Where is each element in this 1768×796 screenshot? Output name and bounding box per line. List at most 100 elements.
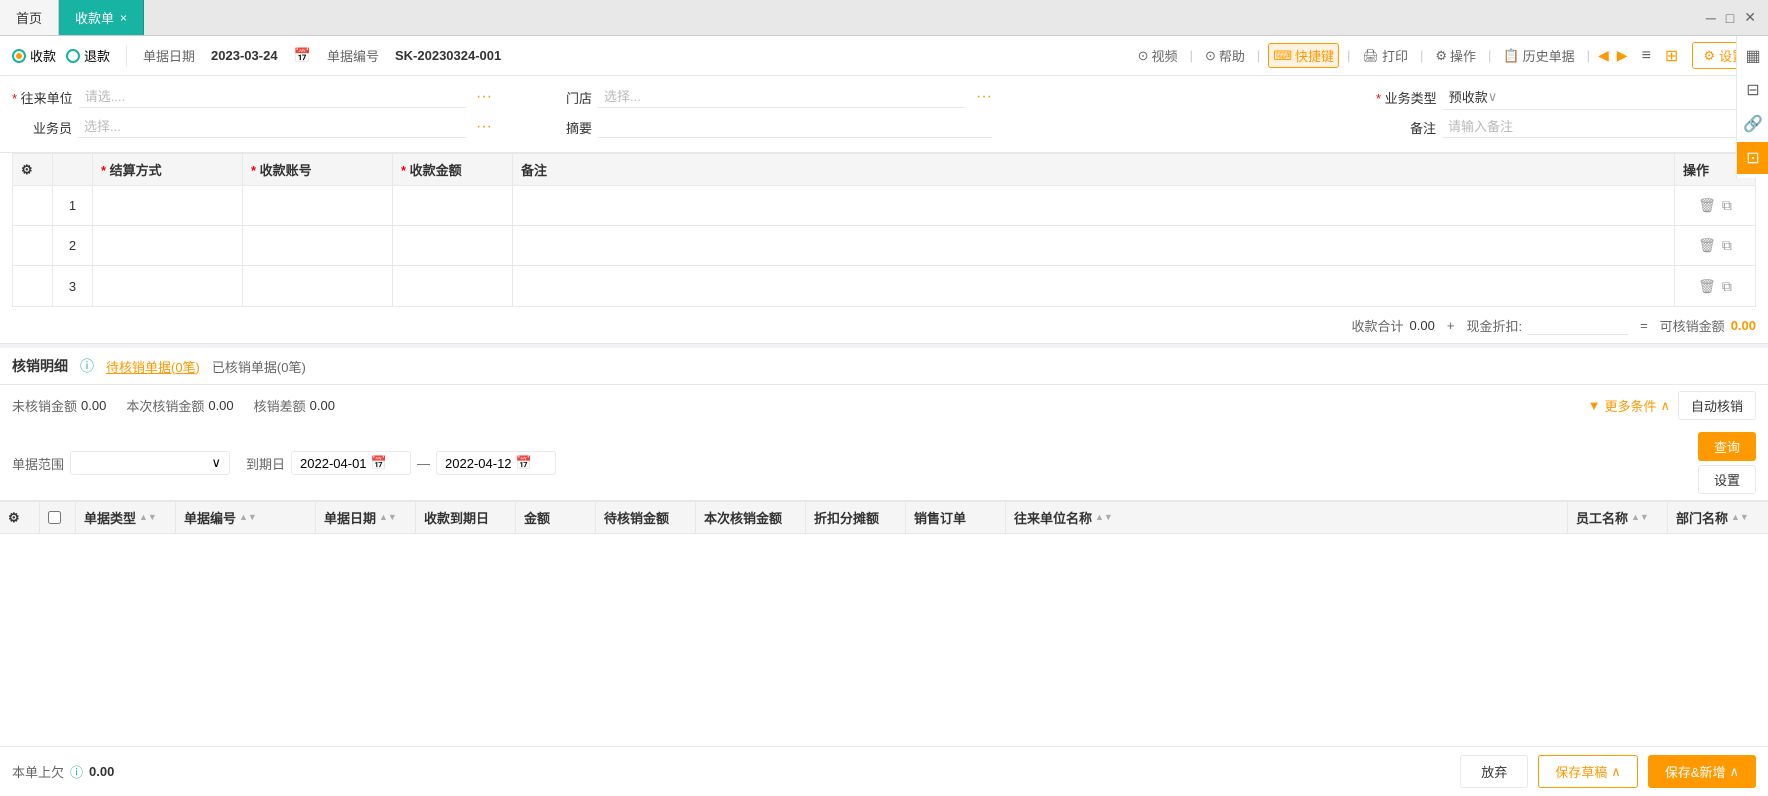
tab-active-label: 收款单 bbox=[75, 8, 114, 27]
operation-label: 操作 bbox=[1450, 46, 1476, 65]
sort-partner-icon[interactable]: ▲▼ bbox=[1095, 513, 1113, 522]
row1-remark[interactable] bbox=[513, 186, 1675, 225]
bottom-table-header: ⚙ 单据类型 ▲▼ 单据编号 ▲▼ 单据日期 ▲▼ 收款到期日 金额 待核销金额… bbox=[0, 501, 1768, 534]
sort-type-icon[interactable]: ▲▼ bbox=[139, 513, 157, 522]
video-button[interactable]: ⊙ 视频 bbox=[1134, 44, 1182, 67]
verify-info-icon[interactable]: ⓘ bbox=[80, 356, 94, 376]
sort-number-icon[interactable]: ▲▼ bbox=[239, 513, 257, 522]
remark-input[interactable] bbox=[1442, 116, 1756, 138]
row2-account[interactable] bbox=[243, 226, 393, 265]
business-type-value: 预收款 bbox=[1449, 87, 1488, 106]
history-button[interactable]: 📋 历史单据 bbox=[1499, 44, 1578, 67]
bth-checkbox[interactable] bbox=[40, 502, 76, 533]
sort-date-icon[interactable]: ▲▼ bbox=[379, 513, 397, 522]
more-conditions-button[interactable]: ▼ 更多条件 ∧ bbox=[1588, 396, 1670, 415]
history-label: 历史单据 bbox=[1523, 46, 1575, 65]
table-row: 2 🗑 ⧉ bbox=[13, 226, 1755, 266]
shop-input[interactable] bbox=[598, 86, 966, 108]
calendar-icon[interactable]: 📅 bbox=[294, 47, 311, 64]
shop-more-icon[interactable]: ··· bbox=[976, 88, 992, 106]
auto-verify-button[interactable]: 自动核销 bbox=[1678, 391, 1756, 420]
row3-settle[interactable] bbox=[93, 266, 243, 306]
staff-label: 业务员 bbox=[12, 118, 72, 137]
due-field: 到期日 2022-04-01 📅 — 2022-04-12 📅 bbox=[246, 451, 556, 475]
row2-amount[interactable] bbox=[393, 226, 513, 265]
row1-amount[interactable] bbox=[393, 186, 513, 225]
staff-field: 业务员 ··· bbox=[12, 116, 492, 138]
summary-input[interactable] bbox=[598, 116, 992, 138]
staff-more-icon[interactable]: ··· bbox=[476, 118, 492, 136]
toolbar-divider-1 bbox=[126, 46, 127, 66]
abandon-button[interactable]: 放弃 bbox=[1460, 755, 1528, 788]
row2-idx: 2 bbox=[53, 226, 93, 265]
rp-table-icon[interactable]: ▦ bbox=[1737, 40, 1768, 72]
maximize-button[interactable]: □ bbox=[1726, 10, 1734, 26]
refund-radio[interactable]: 退款 bbox=[66, 46, 110, 65]
row3-amount[interactable] bbox=[393, 266, 513, 306]
next-icon[interactable]: ▶ bbox=[1617, 47, 1628, 64]
row1-settle[interactable] bbox=[93, 186, 243, 225]
save-new-chevron: ∧ bbox=[1729, 764, 1739, 780]
list-view-button[interactable]: ≡ bbox=[1636, 44, 1657, 68]
filter-setting-button[interactable]: 设置 bbox=[1698, 465, 1756, 494]
partner-more-icon[interactable]: ··· bbox=[476, 88, 492, 106]
range-select[interactable]: ∨ bbox=[70, 451, 230, 475]
query-button[interactable]: 查询 bbox=[1698, 432, 1756, 461]
tab-home[interactable]: 首页 bbox=[0, 0, 59, 35]
row1-copy-icon[interactable]: ⧉ bbox=[1722, 197, 1732, 214]
partner-field: 往来单位 ··· bbox=[12, 86, 492, 108]
prev-icon[interactable]: ◀ bbox=[1598, 47, 1609, 64]
auto-verify-label: 自动核销 bbox=[1691, 399, 1743, 414]
save-draft-button[interactable]: 保存草稿 ∧ bbox=[1538, 755, 1638, 788]
done-tab[interactable]: 已核销单据(0笔) bbox=[212, 357, 306, 376]
grid-view-button[interactable]: ⊞ bbox=[1659, 43, 1684, 69]
row1-delete-icon[interactable]: 🗑 bbox=[1698, 197, 1716, 214]
receipt-label: 收款 bbox=[30, 46, 56, 65]
footer-info-icon[interactable]: ⓘ bbox=[70, 762, 83, 781]
receipt-radio[interactable]: 收款 bbox=[12, 46, 56, 65]
rp-link-icon[interactable]: 🔗 bbox=[1737, 108, 1768, 140]
row3-remark[interactable] bbox=[513, 266, 1675, 306]
select-all-checkbox[interactable] bbox=[48, 511, 61, 524]
row2-remark[interactable] bbox=[513, 226, 1675, 265]
row3-account[interactable] bbox=[243, 266, 393, 306]
row2-delete-icon[interactable]: 🗑 bbox=[1698, 237, 1716, 254]
sort-dept-icon[interactable]: ▲▼ bbox=[1731, 513, 1749, 522]
business-type-select[interactable]: 预收款 ∨ bbox=[1443, 84, 1756, 110]
row3-delete-icon[interactable]: 🗑 bbox=[1698, 278, 1716, 295]
unverified-stat: 未核销金额 0.00 bbox=[12, 396, 106, 415]
diff-label: 核销差额 bbox=[254, 396, 306, 415]
partner-input[interactable] bbox=[79, 86, 466, 108]
current-stat: 本次核销金额 0.00 bbox=[126, 396, 233, 415]
minimize-button[interactable]: ─ bbox=[1706, 10, 1716, 26]
discount-label: 现金折扣: bbox=[1466, 316, 1522, 335]
pending-tab[interactable]: 待核销单据(0笔) bbox=[106, 357, 200, 376]
row2-settle[interactable] bbox=[93, 226, 243, 265]
help-button[interactable]: ⊙ 帮助 bbox=[1201, 44, 1249, 67]
date-to-field[interactable]: 2022-04-12 📅 bbox=[436, 451, 556, 475]
right-panel: ▦ ⊟ 🔗 ⊡ bbox=[1736, 36, 1768, 178]
table-row: 3 🗑 ⧉ bbox=[13, 266, 1755, 306]
print-button[interactable]: 🖨 打印 bbox=[1358, 44, 1412, 67]
tab-active[interactable]: 收款单 × bbox=[59, 0, 144, 35]
row2-copy-icon[interactable]: ⧉ bbox=[1722, 237, 1732, 254]
col-settings-header[interactable]: ⚙ bbox=[13, 154, 53, 185]
col-amount-label: 收款金额 bbox=[401, 160, 462, 179]
row1-account[interactable] bbox=[243, 186, 393, 225]
date-from-field[interactable]: 2022-04-01 📅 bbox=[291, 451, 411, 475]
tab-bar-right: ─ □ ✕ bbox=[1706, 9, 1768, 26]
save-new-button[interactable]: 保存&新增 ∧ bbox=[1648, 755, 1756, 788]
operation-button[interactable]: ⚙ 操作 bbox=[1431, 44, 1480, 67]
row3-copy-icon[interactable]: ⧉ bbox=[1722, 278, 1732, 295]
tab-close-icon[interactable]: × bbox=[120, 11, 127, 25]
discount-input[interactable] bbox=[1528, 315, 1628, 335]
bth-partner: 往来单位名称 ▲▼ bbox=[1006, 502, 1568, 533]
rp-list-icon[interactable]: ⊟ bbox=[1737, 74, 1768, 106]
bth-settings[interactable]: ⚙ bbox=[0, 502, 40, 533]
close-button[interactable]: ✕ bbox=[1744, 9, 1756, 26]
shortcut-button[interactable]: ⌨ 快捷键 bbox=[1268, 43, 1339, 68]
date-label: 单据日期 bbox=[143, 46, 195, 65]
staff-input[interactable] bbox=[78, 116, 466, 138]
rp-screenshot-icon[interactable]: ⊡ bbox=[1737, 142, 1768, 174]
sort-staff-icon[interactable]: ▲▼ bbox=[1631, 513, 1649, 522]
